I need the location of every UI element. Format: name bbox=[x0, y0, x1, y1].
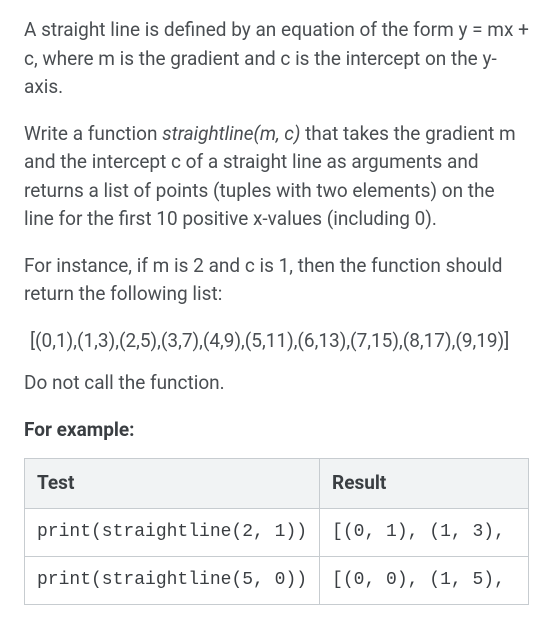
intro-paragraph-2: Write a function straightline(m, c) that… bbox=[24, 120, 529, 234]
table-cell-result: [(0, 1), (1, 3), bbox=[320, 508, 529, 556]
intro-text-1: A straight line is defined by an equatio… bbox=[24, 18, 529, 98]
example-output-list: [(0,1),(1,3),(2,5),(3,7),(4,9),(5,11),(6… bbox=[24, 327, 529, 356]
intro-text-2-pre: Write a function bbox=[24, 122, 162, 145]
table-cell-result: [(0, 0), (1, 5), bbox=[320, 556, 529, 604]
intro-paragraph-1: A straight line is defined by an equatio… bbox=[24, 16, 529, 102]
example-table: Test Result print(straightline(2, 1)) [(… bbox=[24, 458, 529, 605]
function-signature: straightline(m, c) bbox=[162, 122, 300, 145]
intro-text-5: Do not call the function. bbox=[24, 371, 225, 394]
table-row: print(straightline(2, 1)) [(0, 1), (1, 3… bbox=[25, 508, 529, 556]
intro-paragraph-5: Do not call the function. bbox=[24, 369, 529, 398]
table-header-row: Test Result bbox=[25, 459, 529, 509]
table-cell-test: print(straightline(2, 1)) bbox=[25, 508, 320, 556]
intro-paragraph-3: For instance, if m is 2 and c is 1, then… bbox=[24, 252, 529, 309]
table-row: print(straightline(5, 0)) [(0, 0), (1, 5… bbox=[25, 556, 529, 604]
for-example-text: For example: bbox=[24, 418, 135, 441]
table-header-test: Test bbox=[25, 459, 320, 509]
table-header-result: Result bbox=[320, 459, 529, 509]
intro-text-3: For instance, if m is 2 and c is 1, then… bbox=[24, 254, 503, 306]
table-cell-test: print(straightline(5, 0)) bbox=[25, 556, 320, 604]
for-example-heading: For example: bbox=[24, 416, 529, 445]
example-output-text: [(0,1),(1,3),(2,5),(3,7),(4,9),(5,11),(6… bbox=[30, 329, 509, 352]
